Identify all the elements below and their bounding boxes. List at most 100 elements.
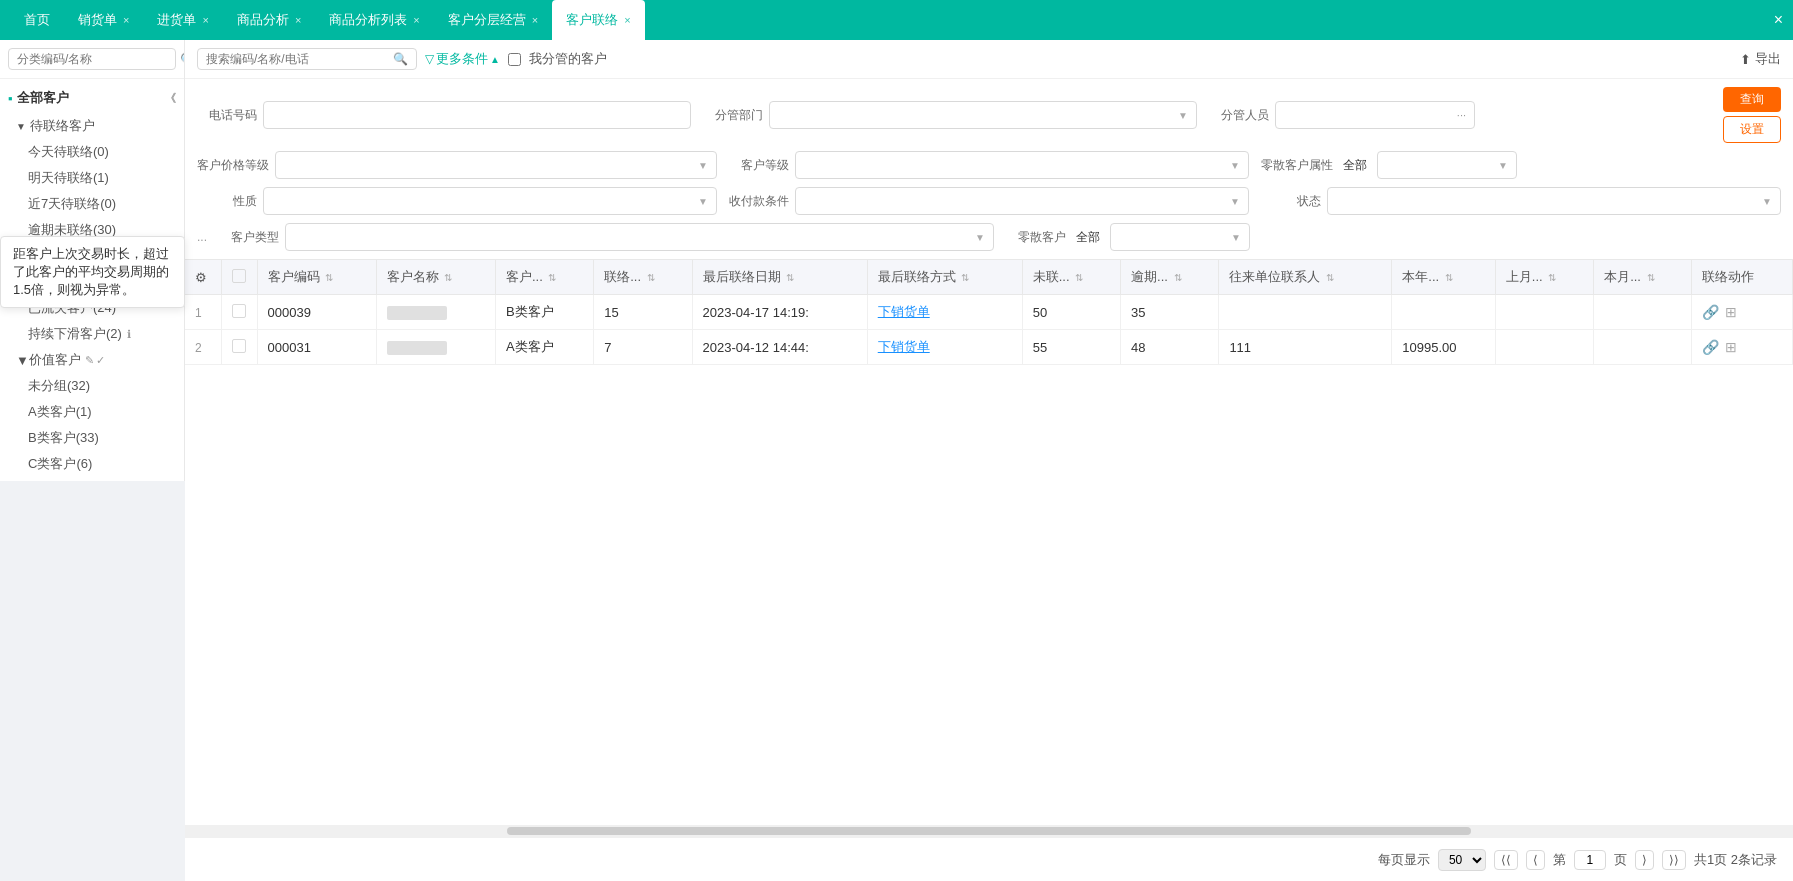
filter-status-select[interactable]: ▼ [1327,187,1781,215]
customer-table: ⚙ 客户编码 ⇅ 客户名称 ⇅ [185,260,1793,365]
sort-icon[interactable]: ⇅ [444,272,452,283]
filter-row-4: ... 客户类型 ▼ 零散客户 全部 ▼ [197,223,1781,251]
sort-icon[interactable]: ⇅ [1326,272,1334,283]
sidebar-all-customers[interactable]: ▪ 全部客户 《 [0,83,184,113]
link-icon[interactable]: 🔗 [1702,304,1719,320]
sort-icon[interactable]: ⇅ [548,272,556,283]
first-page-btn[interactable]: ⟨⟨ [1494,850,1518,870]
last-page-btn[interactable]: ⟩⟩ [1662,850,1686,870]
sort-icon[interactable]: ⇅ [647,272,655,283]
sidebar-item-tomorrow[interactable]: 明天待联络(1) [0,165,184,191]
sidebar-collapse-icon[interactable]: 《 [165,91,176,106]
sidebar-item-c-class[interactable]: C类客户(6) [0,451,184,477]
per-page-select[interactable]: 50 [1438,849,1486,871]
sidebar-search-input[interactable] [8,48,176,70]
filter-dept-label: 分管部门 [703,107,763,124]
next-page-btn[interactable]: ⟩ [1635,850,1654,870]
my-customer-checkbox[interactable] [508,53,521,66]
sort-icon[interactable]: ⇅ [1075,272,1083,283]
sort-icon[interactable]: ⇅ [1445,272,1453,283]
sidebar-value-customer[interactable]: ▼ 价值客户 ✎ ✓ [0,347,184,373]
row-num-cell: 1 [185,295,221,330]
row-uncontacted-cell: 50 [1022,295,1120,330]
filter-search-input[interactable] [206,52,393,66]
prev-page-btn[interactable]: ⟨ [1526,850,1545,870]
select-all-checkbox[interactable] [232,269,246,283]
col-name: 客户名称 ⇅ [376,260,495,295]
filter-retail-attr-select[interactable]: ▼ [1377,151,1517,179]
filter-payment-field: 收付款条件 ▼ [729,187,1249,215]
close-icon[interactable]: × [413,14,419,26]
filter-price-level-select[interactable]: ▼ [275,151,717,179]
sidebar-item-ungroup[interactable]: 未分组(32) [0,373,184,399]
filter-phone-input[interactable] [263,101,691,129]
sort-icon[interactable]: ⇅ [1174,272,1182,283]
page-number-input[interactable] [1574,850,1606,870]
filter-buttons: 查询 设置 [1723,87,1781,143]
nav-tab-sales[interactable]: 销货单 × [64,0,143,40]
sidebar-search-icon[interactable]: 🔍 [180,52,185,67]
settings-button[interactable]: 设置 [1723,116,1781,143]
row-type-cell: A类客户 [495,330,593,365]
sort-icon[interactable]: ⇅ [1647,272,1655,283]
nav-tab-customer-contact[interactable]: 客户联络 × [552,0,644,40]
nav-tab-product-analysis-list[interactable]: 商品分析列表 × [315,0,433,40]
row-overdue-cell: 35 [1121,295,1219,330]
row-last-contact-method-cell: 下销货单 [867,295,1022,330]
action-icons: 🔗 ⊞ [1702,339,1782,355]
sort-icon[interactable]: ⇅ [786,272,794,283]
sidebar-search-area: 🔍 [0,40,184,79]
filter-customer-type-select[interactable]: ▼ [285,223,994,251]
filter-dots[interactable]: ... [197,230,207,244]
sidebar-item-a-class[interactable]: A类客户(1) [0,399,184,425]
filter-retail-select[interactable]: ▼ [1110,223,1250,251]
more-conditions-btn[interactable]: ▽ 更多条件 ▲ [425,50,500,68]
close-icon[interactable]: × [123,14,129,26]
col-last-contact-date: 最后联络日期 ⇅ [692,260,867,295]
scroll-thumb[interactable] [507,827,1472,835]
row-last-contact-method-cell: 下销货单 [867,330,1022,365]
my-customer-checkbox-label[interactable]: 我分管的客户 [508,50,607,68]
export-btn[interactable]: ⬆ 导出 [1740,50,1781,68]
filter-customer-level-select[interactable]: ▼ [795,151,1249,179]
row-last-month-cell [1495,330,1593,365]
close-icon[interactable]: × [624,14,630,26]
nav-home[interactable]: 首页 [10,11,64,29]
window-close-icon[interactable]: × [1774,11,1783,29]
nav-tab-product-analysis[interactable]: 商品分析 × [223,0,315,40]
settings-icon[interactable]: ⚙ [195,270,207,285]
row-name-cell [376,295,495,330]
filter-status-field: 状态 ▼ [1261,187,1781,215]
sort-icon[interactable]: ⇅ [325,272,333,283]
contact-method-link[interactable]: 下销货单 [878,304,930,319]
filter-dept-select[interactable]: ▼ [769,101,1197,129]
row-checkbox[interactable] [232,339,246,353]
filter-gender-select[interactable]: ▼ [263,187,717,215]
sidebar-item-today[interactable]: 今天待联络(0) [0,139,184,165]
col-checkbox [221,260,257,295]
sidebar-item-7days[interactable]: 近7天待联络(0) [0,191,184,217]
row-contact-num-cell: 7 [594,330,692,365]
horizontal-scrollbar[interactable] [185,825,1793,837]
close-icon[interactable]: × [202,14,208,26]
row-checkbox[interactable] [232,304,246,318]
col-settings[interactable]: ⚙ [185,260,221,295]
close-icon[interactable]: × [532,14,538,26]
grid-icon[interactable]: ⊞ [1725,304,1737,320]
query-button[interactable]: 查询 [1723,87,1781,112]
contact-method-link[interactable]: 下销货单 [878,339,930,354]
nav-tab-purchase[interactable]: 进货单 × [143,0,222,40]
sidebar-item-b-class[interactable]: B类客户(33) [0,425,184,451]
tooltip-box: 距客户上次交易时长，超过了此客户的平均交易周期的1.5倍，则视为异常。 [0,236,185,308]
filter-payment-select[interactable]: ▼ [795,187,1249,215]
filter-price-level-label: 客户价格等级 [197,157,269,174]
filter-person-select[interactable]: ··· [1275,101,1475,129]
link-icon[interactable]: 🔗 [1702,339,1719,355]
grid-icon[interactable]: ⊞ [1725,339,1737,355]
sort-icon[interactable]: ⇅ [961,272,969,283]
sidebar-pending-contact[interactable]: ▼ 待联络客户 [0,113,184,139]
sort-icon[interactable]: ⇅ [1548,272,1556,283]
close-icon[interactable]: × [295,14,301,26]
sidebar-item-declining[interactable]: 持续下滑客户(2) ℹ [0,321,184,347]
nav-tab-customer-tier[interactable]: 客户分层经营 × [434,0,552,40]
